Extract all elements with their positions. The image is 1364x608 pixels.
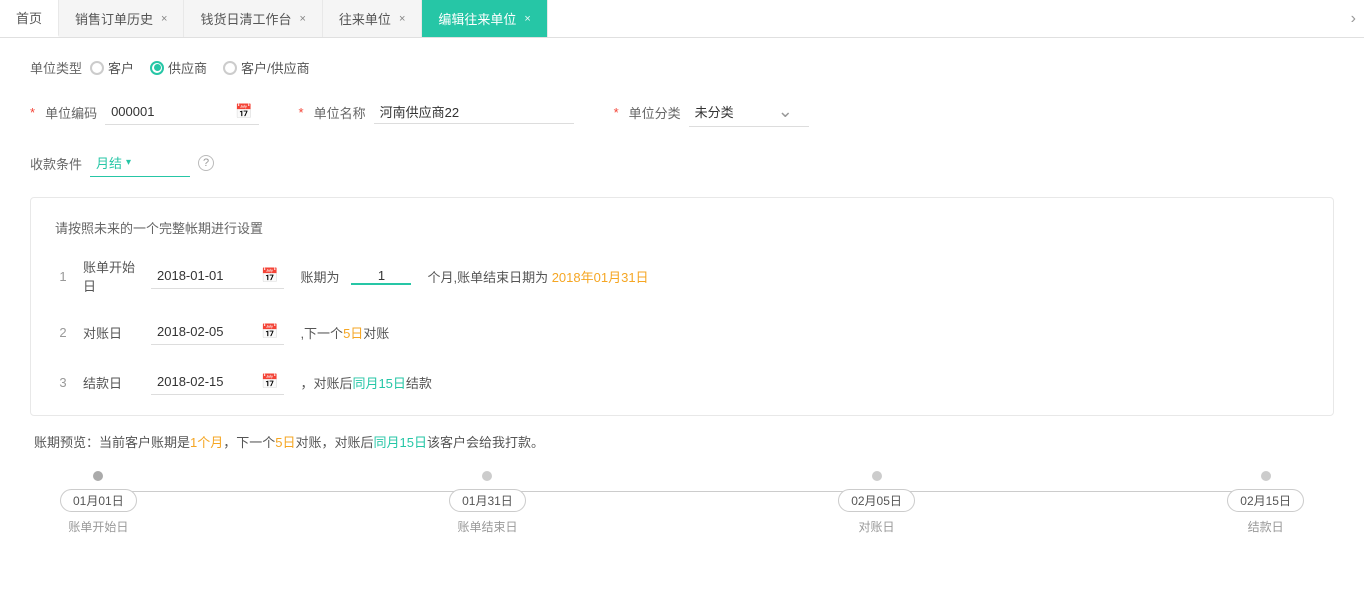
- unit-details-row: * 单位编码 📅 * 单位名称 * 单位分类 未分类 ⌄: [30, 97, 1334, 127]
- tab-edit-partner[interactable]: 编辑往来单位 ×: [422, 0, 547, 37]
- unit-name-star: *: [299, 105, 304, 120]
- row-1-number: 1: [55, 269, 71, 284]
- tab-cash-ledger[interactable]: 钱货日清工作台 ×: [184, 0, 322, 37]
- radio-customer-label: 客户: [108, 58, 134, 77]
- tab-partner-units-label: 往来单位: [339, 9, 391, 28]
- row-1-date-input[interactable]: [157, 268, 257, 283]
- radio-supplier-circle: [150, 61, 164, 75]
- radio-both-label: 客户/供应商: [241, 58, 310, 77]
- tl-point-1: 01月01日 账单开始日: [60, 471, 137, 535]
- row-1-suffix: 账期为: [300, 267, 339, 286]
- tl-dot-2: [482, 471, 492, 481]
- unit-name-input[interactable]: [374, 100, 574, 124]
- tab-bar: 首页 销售订单历史 × 钱货日清工作台 × 往来单位 × 编辑往来单位 × ›: [0, 0, 1364, 38]
- payment-terms-value: 月结: [96, 153, 122, 172]
- close-cash-ledger[interactable]: ×: [299, 13, 305, 25]
- row-2-highlight: 5日: [343, 326, 363, 341]
- tl-dot-4: [1261, 471, 1271, 481]
- radio-customer[interactable]: 客户: [90, 58, 134, 77]
- row-2-date-field[interactable]: 📅: [151, 319, 284, 345]
- tl-dot-1: [93, 471, 103, 481]
- row-2-desc: ,下一个5日对账: [300, 323, 389, 342]
- preview-highlight1: 1个月: [190, 435, 223, 450]
- row-3-date-field[interactable]: 📅: [151, 369, 284, 395]
- unit-name-label: 单位名称: [314, 103, 366, 122]
- unit-code-label: 单位编码: [45, 103, 97, 122]
- radio-both-circle: [223, 61, 237, 75]
- tab-home-label: 首页: [16, 8, 42, 27]
- row-3-highlight: 同月15日: [352, 376, 405, 391]
- row-2-label: 对账日: [83, 323, 139, 342]
- tl-point-4: 02月15日 结款日: [1227, 471, 1304, 535]
- timeline-points: 01月01日 账单开始日 01月31日 账单结束日 02月05日 对账日: [60, 471, 1304, 535]
- tl-point-3: 02月05日 对账日: [838, 471, 915, 535]
- row-3-desc: ，对账后同月15日结款: [300, 373, 432, 392]
- unit-category-star: *: [614, 105, 619, 120]
- row-3-calendar-icon[interactable]: 📅: [261, 373, 278, 390]
- tab-scroll-arrow[interactable]: ›: [1343, 0, 1364, 37]
- radio-both[interactable]: 客户/供应商: [223, 58, 310, 77]
- tl-label-1: 账单开始日: [68, 518, 128, 535]
- payment-terms-label: 收款条件: [30, 154, 82, 173]
- setting-row-2: 2 对账日 📅 ,下一个5日对账: [55, 319, 1309, 345]
- tl-point-2: 01月31日 账单结束日: [449, 471, 526, 535]
- preview-text: 账期预览：当前客户账期是1个月，下一个5日对账，对账后同月15日该客户会给我打款…: [30, 432, 1334, 451]
- tab-cash-ledger-label: 钱货日清工作台: [200, 9, 291, 28]
- tab-edit-partner-label: 编辑往来单位: [438, 9, 516, 28]
- radio-customer-circle: [90, 61, 104, 75]
- radio-supplier-label: 供应商: [168, 58, 207, 77]
- tab-sales-history[interactable]: 销售订单历史 ×: [59, 0, 184, 37]
- unit-category-label: 单位分类: [629, 103, 681, 122]
- tl-label-4: 结款日: [1248, 518, 1284, 535]
- preview-highlight2: 5日: [275, 435, 295, 450]
- payment-terms-row: 收款条件 月结 ▾ ?: [30, 149, 1334, 177]
- row-2-calendar-icon[interactable]: 📅: [261, 323, 278, 340]
- row-3-label: 结款日: [83, 373, 139, 392]
- unit-code-star: *: [30, 105, 35, 120]
- tl-label-3: 对账日: [859, 518, 895, 535]
- month-input[interactable]: [351, 268, 411, 285]
- unit-category-value: 未分类: [695, 102, 734, 121]
- tab-home[interactable]: 首页: [0, 0, 59, 37]
- tl-label-2: 账单结束日: [457, 518, 517, 535]
- setting-row-3: 3 结款日 📅 ，对账后同月15日结款: [55, 369, 1309, 395]
- preview-highlight3: 同月15日: [374, 435, 427, 450]
- setting-row-1: 1 账单开始日 📅 账期为 个月,账单结束日期为 2018年01月31日: [55, 257, 1309, 295]
- tl-badge-4: 02月15日: [1227, 489, 1304, 512]
- timeline: 01月01日 账单开始日 01月31日 账单结束日 02月05日 对账日: [30, 471, 1334, 535]
- payment-terms-select[interactable]: 月结 ▾: [90, 149, 190, 177]
- unit-code-input[interactable]: [111, 104, 231, 119]
- help-icon[interactable]: ?: [198, 155, 214, 171]
- row-1-label: 账单开始日: [83, 257, 139, 295]
- row-1-end-date: 2018年01月31日: [552, 270, 649, 285]
- unit-type-radio-group: 客户 供应商 客户/供应商: [90, 58, 310, 77]
- unit-code-icon[interactable]: 📅: [235, 103, 252, 120]
- tab-sales-history-label: 销售订单历史: [75, 9, 153, 28]
- row-1-date-field[interactable]: 📅: [151, 263, 284, 289]
- unit-category-arrow-icon: ⌄: [778, 101, 793, 122]
- tl-badge-1: 01月01日: [60, 489, 137, 512]
- row-1-month-unit: 个月,账单结束日期为 2018年01月31日: [427, 267, 648, 286]
- close-edit-partner[interactable]: ×: [524, 13, 530, 25]
- unit-code-field[interactable]: 📅: [105, 99, 258, 125]
- main-content: 单位类型 客户 供应商 客户/供应商 * 单位编码 📅: [0, 38, 1364, 608]
- close-partner-units[interactable]: ×: [399, 13, 405, 25]
- row-2-date-input[interactable]: [157, 324, 257, 339]
- row-1-calendar-icon[interactable]: 📅: [261, 267, 278, 284]
- radio-supplier[interactable]: 供应商: [150, 58, 207, 77]
- tl-dot-3: [872, 471, 882, 481]
- tl-badge-2: 01月31日: [449, 489, 526, 512]
- row-3-date-input[interactable]: [157, 374, 257, 389]
- unit-type-row: 单位类型 客户 供应商 客户/供应商: [30, 58, 1334, 77]
- close-sales-history[interactable]: ×: [161, 13, 167, 25]
- unit-category-select[interactable]: 未分类 ⌄: [689, 97, 809, 127]
- row-3-number: 3: [55, 375, 71, 390]
- unit-type-label: 单位类型: [30, 58, 82, 77]
- section-title: 请按照未来的一个完整帐期进行设置: [55, 218, 1309, 237]
- row-2-number: 2: [55, 325, 71, 340]
- tl-badge-3: 02月05日: [838, 489, 915, 512]
- settings-section: 请按照未来的一个完整帐期进行设置 1 账单开始日 📅 账期为 个月,账单结束日期…: [30, 197, 1334, 416]
- payment-terms-arrow-icon: ▾: [126, 157, 131, 168]
- tab-partner-units[interactable]: 往来单位 ×: [323, 0, 422, 37]
